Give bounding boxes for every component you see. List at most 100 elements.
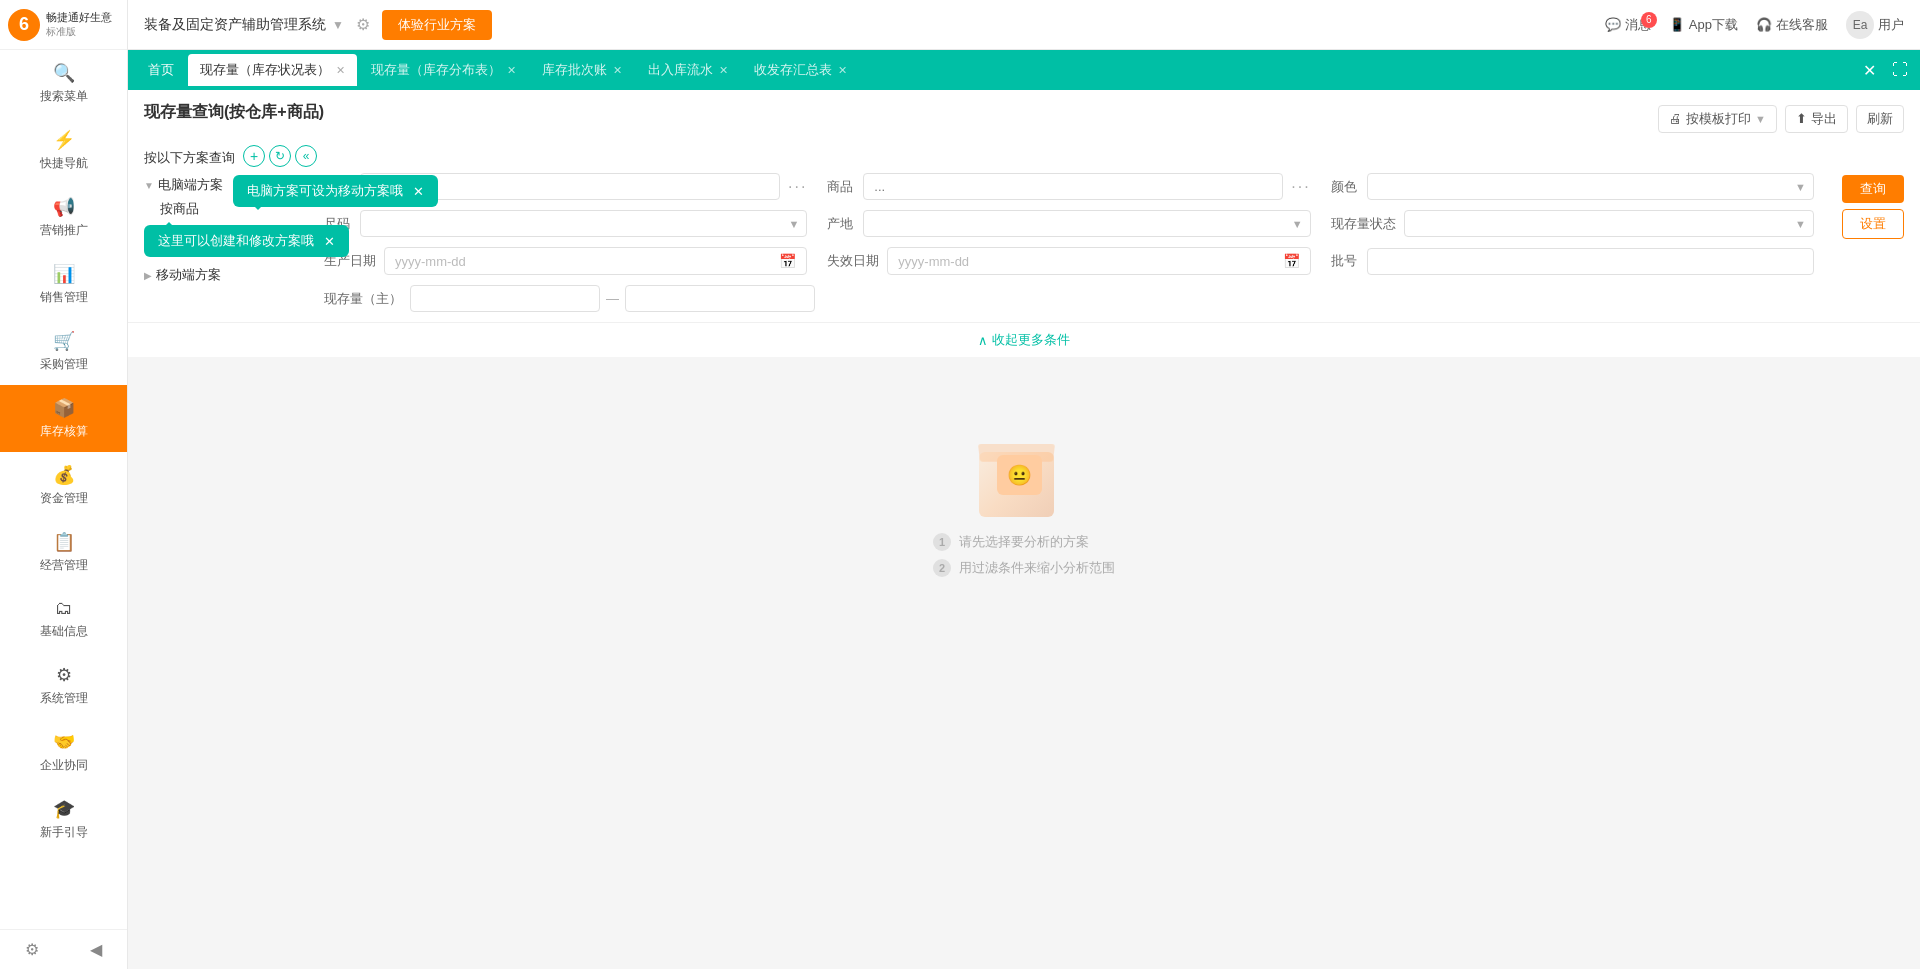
filter-expiry-date: 失效日期 yyyy-mm-dd 📅 <box>827 247 1310 275</box>
tab-inventory-dist-close[interactable]: ✕ <box>507 64 516 77</box>
print-button[interactable]: 🖨 按模板打印 ▼ <box>1658 105 1777 133</box>
user-menu[interactable]: Ea 用户 <box>1846 11 1904 39</box>
scheme-desktop-label: 电脑端方案 <box>158 176 223 194</box>
empty-step-2: 2 用过滤条件来缩小分析范围 <box>933 559 1115 577</box>
sidebar-item-inventory[interactable]: 📦 库存核算 <box>0 385 127 452</box>
collapse-label: 收起更多条件 <box>992 331 1070 349</box>
purchase-icon: 🛒 <box>53 330 75 352</box>
collapse-bar[interactable]: ∧ 收起更多条件 <box>128 322 1920 357</box>
warehouse-dots-button[interactable]: ··· <box>788 178 807 196</box>
production-date-input[interactable]: yyyy-mm-dd 📅 <box>384 247 807 275</box>
export-button[interactable]: ⬆ 导出 <box>1785 105 1848 133</box>
add-scheme-button[interactable]: + <box>243 145 265 167</box>
sidebar-item-purchase[interactable]: 🛒 采购管理 <box>0 318 127 385</box>
tab-batch-label: 库存批次账 <box>542 61 607 79</box>
step-1-number: 1 <box>933 533 951 551</box>
app-download-button[interactable]: 📱 App下载 <box>1669 16 1738 34</box>
topbar-right: 💬 消息 6 📱 App下载 🎧 在线客服 Ea 用户 <box>1605 11 1904 39</box>
sidebar-item-finance[interactable]: 💰 资金管理 <box>0 452 127 519</box>
tab-inout-flow-close[interactable]: ✕ <box>719 64 728 77</box>
edit-tooltip-close[interactable]: ✕ <box>324 234 335 249</box>
print-dropdown-icon: ▼ <box>1755 113 1766 125</box>
tab-batch-close[interactable]: ✕ <box>613 64 622 77</box>
filter-batch: 批号 <box>1331 247 1814 275</box>
stock-qty-min-input[interactable] <box>410 285 600 312</box>
query-buttons: 查询 设置 <box>1842 173 1904 239</box>
tab-home-label: 首页 <box>148 61 174 79</box>
export-icon: ⬆ <box>1796 111 1807 126</box>
scheme-tooltip-close[interactable]: ✕ <box>413 184 424 199</box>
settings-bottom-icon[interactable]: ⚙ <box>25 940 39 959</box>
tab-summary[interactable]: 收发存汇总表 ✕ <box>742 54 859 86</box>
scheme-controls: + ↻ « 电脑方案可设为移动方案哦 ✕ <box>243 145 317 167</box>
scheme-desktop-arrow: ▼ <box>144 180 154 191</box>
sidebar-item-quicknav-label: 快捷导航 <box>40 155 88 172</box>
stock-qty-max-input[interactable] <box>625 285 815 312</box>
goods-dots-button[interactable]: ··· <box>1291 178 1310 196</box>
origin-label: 产地 <box>827 215 855 233</box>
sidebar-logo: 6 畅捷通好生意 标准版 <box>0 0 127 50</box>
size-select-wrap: ▼ <box>360 210 807 237</box>
sidebar-item-system[interactable]: ⚙ 系统管理 <box>0 652 127 719</box>
tab-inout-flow-label: 出入库流水 <box>648 61 713 79</box>
filter-origin: 产地 ▼ <box>827 210 1310 237</box>
sidebar-item-finance-label: 资金管理 <box>40 490 88 507</box>
sidebar-item-sales[interactable]: 📊 销售管理 <box>0 251 127 318</box>
color-select[interactable] <box>1367 173 1814 200</box>
sidebar-item-search[interactable]: 🔍 搜索菜单 <box>0 50 127 117</box>
goods-label: 商品 <box>827 178 855 196</box>
sidebar-item-enterprise-label: 企业协同 <box>40 757 88 774</box>
page-title: 现存量查询(按仓库+商品) <box>144 102 324 123</box>
size-select[interactable] <box>360 210 807 237</box>
query-button[interactable]: 查询 <box>1842 175 1904 203</box>
tabbar: 首页 现存量（库存状况表） ✕ 现存量（库存分布表） ✕ 库存批次账 ✕ 出入库… <box>128 50 1920 90</box>
collapse-chevron-icon: ∧ <box>978 333 988 348</box>
sidebar-item-purchase-label: 采购管理 <box>40 356 88 373</box>
edit-tooltip-text: 这里可以创建和修改方案哦 <box>158 232 314 250</box>
main-content: 装备及固定资产辅助管理系统 ▼ ⚙ 体验行业方案 💬 消息 6 📱 App下载 … <box>128 0 1920 969</box>
topbar-settings-icon[interactable]: ⚙ <box>356 15 370 34</box>
back-scheme-button[interactable]: « <box>295 145 317 167</box>
set-button[interactable]: 设置 <box>1842 209 1904 239</box>
batch-input[interactable] <box>1367 248 1814 275</box>
topbar-cta-button[interactable]: 体验行业方案 <box>382 10 492 40</box>
tab-inventory-status-close[interactable]: ✕ <box>336 64 345 77</box>
tab-home[interactable]: 首页 <box>136 54 186 86</box>
sidebar-item-inventory-label: 库存核算 <box>40 423 88 440</box>
tab-summary-close[interactable]: ✕ <box>838 64 847 77</box>
scheme-mobile[interactable]: ▶ 移动端方案 <box>144 261 304 289</box>
message-button[interactable]: 💬 消息 6 <box>1605 16 1651 34</box>
empty-face-emoji: 😐 <box>1007 463 1032 487</box>
sidebar-item-quicknav[interactable]: ⚡ 快捷导航 <box>0 117 127 184</box>
online-support-button[interactable]: 🎧 在线客服 <box>1756 16 1828 34</box>
sidebar-item-marketing-label: 营销推广 <box>40 222 88 239</box>
step-1-text: 请先选择要分析的方案 <box>959 533 1089 551</box>
tab-inout-flow[interactable]: 出入库流水 ✕ <box>636 54 740 86</box>
stock-status-select[interactable] <box>1404 210 1814 237</box>
origin-select[interactable] <box>863 210 1310 237</box>
sidebar-item-enterprise[interactable]: 🤝 企业协同 <box>0 719 127 786</box>
refresh-button[interactable]: 刷新 <box>1856 105 1904 133</box>
sidebar-item-marketing[interactable]: 📢 营销推广 <box>0 184 127 251</box>
stock-status-select-wrap: ▼ <box>1404 210 1814 237</box>
goods-input[interactable] <box>863 173 1283 200</box>
tab-batch[interactable]: 库存批次账 ✕ <box>530 54 634 86</box>
edit-scheme-tooltip: 这里可以创建和修改方案哦 ✕ <box>144 225 349 257</box>
print-icon: 🖨 <box>1669 111 1682 126</box>
tabbar-fullscreen-icon[interactable]: ⛶ <box>1888 57 1912 84</box>
tabbar-close-all-icon[interactable]: ✕ <box>1859 57 1880 84</box>
refresh-scheme-button[interactable]: ↻ <box>269 145 291 167</box>
sidebar-item-guide[interactable]: 🎓 新手引导 <box>0 786 127 853</box>
collapse-sidebar-icon[interactable]: ◀ <box>90 940 102 959</box>
tab-inventory-status[interactable]: 现存量（库存状况表） ✕ <box>188 54 357 86</box>
finance-icon: 💰 <box>53 464 75 486</box>
tab-inventory-dist[interactable]: 现存量（库存分布表） ✕ <box>359 54 528 86</box>
expiry-date-input[interactable]: yyyy-mm-dd 📅 <box>887 247 1310 275</box>
sidebar-item-operations[interactable]: 📋 经营管理 <box>0 519 127 586</box>
page-header: 现存量查询(按仓库+商品) 🖨 按模板打印 ▼ ⬆ 导出 刷新 <box>128 90 1920 135</box>
sidebar-item-basic[interactable]: 🗂 基础信息 <box>0 586 127 652</box>
refresh-label: 刷新 <box>1867 111 1893 126</box>
avatar-initial: Ea <box>1853 18 1868 32</box>
step-2-text: 用过滤条件来缩小分析范围 <box>959 559 1115 577</box>
empty-step-1: 1 请先选择要分析的方案 <box>933 533 1115 551</box>
